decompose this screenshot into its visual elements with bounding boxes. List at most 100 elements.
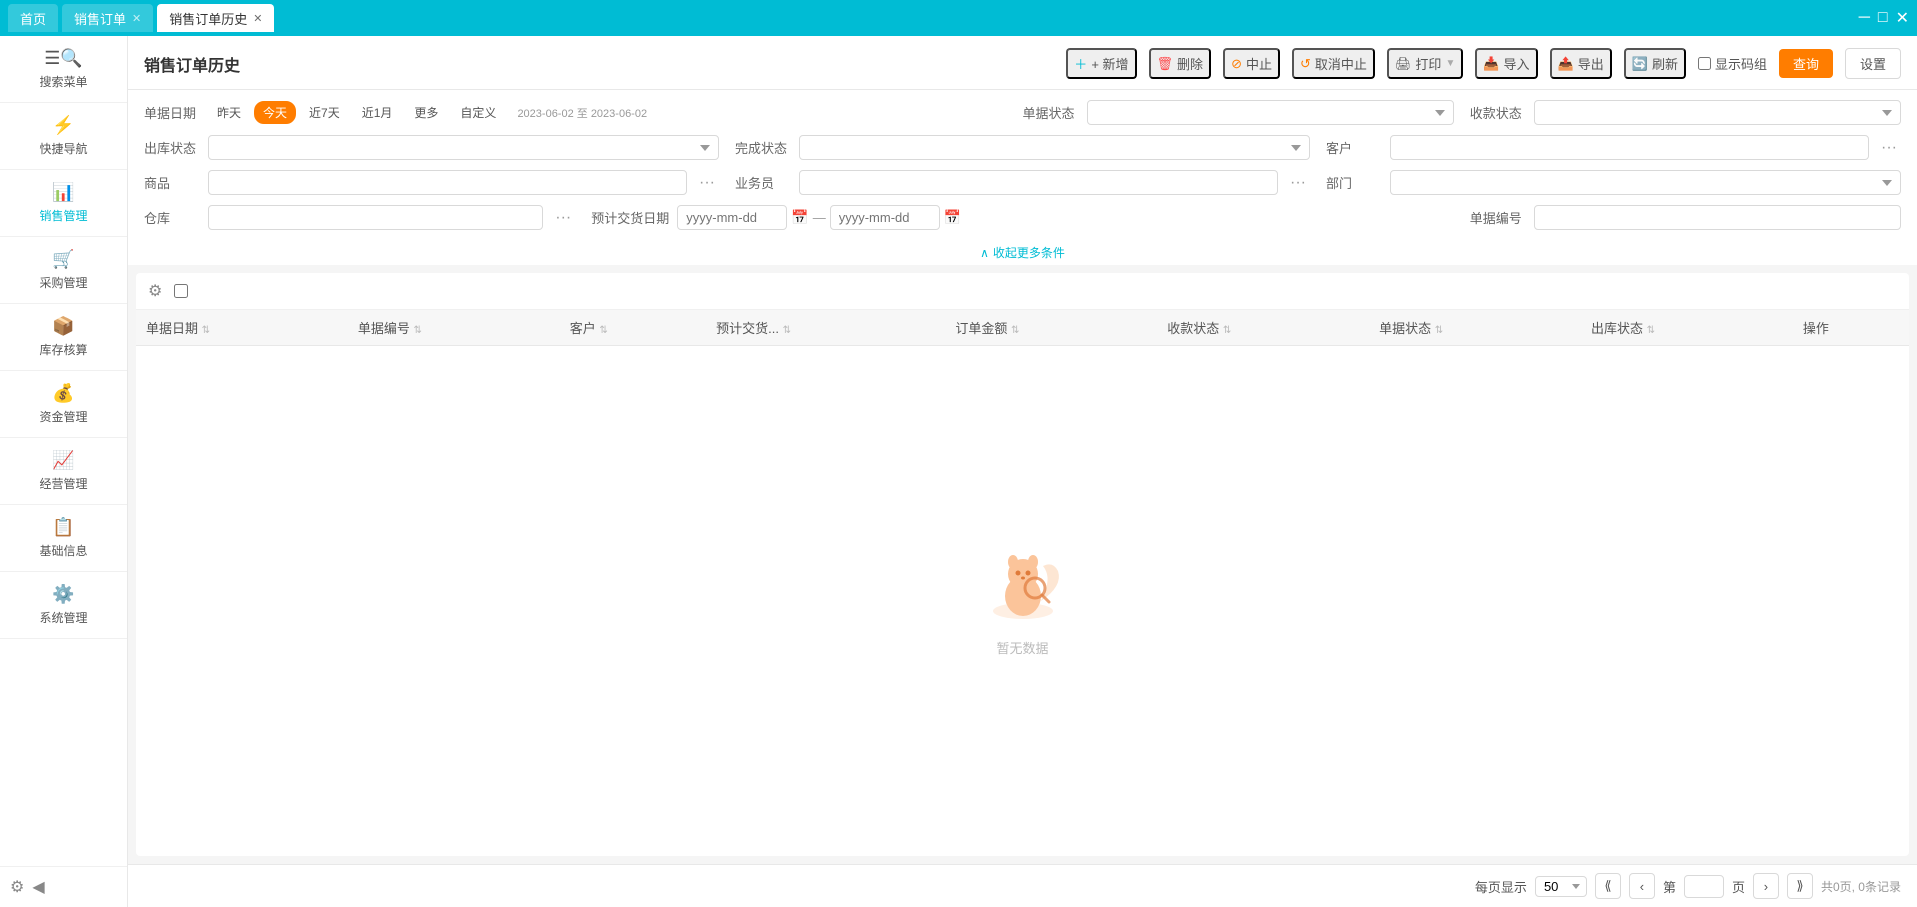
- operation-icon: 📈: [52, 450, 74, 471]
- cancel-stop-button[interactable]: ↺ 取消中止: [1292, 48, 1375, 79]
- tab-sales-history[interactable]: 销售订单历史 ✕: [157, 4, 274, 32]
- delete-button[interactable]: 🗑 删除: [1149, 48, 1212, 79]
- filter-delivery-date: 预计交货日期 📅 — 📅: [591, 205, 1454, 230]
- prev-page-btn[interactable]: ‹: [1629, 873, 1655, 899]
- empty-icon-area: [973, 546, 1073, 626]
- date-btn-1month[interactable]: 近1月: [353, 101, 402, 124]
- sort-customer-icon[interactable]: ⇅: [599, 325, 607, 336]
- complete-status-select[interactable]: [799, 135, 1310, 160]
- sidebar-collapse-icon[interactable]: ◀: [32, 877, 44, 897]
- sidebar-item-purchase[interactable]: 🛒 采购管理: [0, 237, 127, 304]
- sidebar-item-search[interactable]: ☰🔍 搜索菜单: [0, 36, 127, 103]
- tab-sales-order-label: 销售订单: [74, 9, 126, 28]
- tab-sales-history-close[interactable]: ✕: [253, 12, 262, 25]
- sidebar-item-finance-label: 资金管理: [39, 408, 87, 425]
- sort-receipt-icon[interactable]: ⇅: [1223, 325, 1231, 336]
- col-customer[interactable]: 客户 ⇅: [560, 310, 706, 346]
- table-head: 单据日期 ⇅ 单据编号 ⇅ 客户 ⇅ 预计交货...: [136, 310, 1909, 346]
- purchase-icon: 🛒: [52, 249, 74, 270]
- settings-button[interactable]: 设置: [1845, 48, 1901, 79]
- goods-input[interactable]: [208, 170, 687, 195]
- select-all-checkbox[interactable]: [174, 284, 188, 298]
- tab-home[interactable]: 首页: [8, 4, 58, 32]
- sort-amount-icon[interactable]: ⇅: [1011, 325, 1019, 336]
- last-page-btn[interactable]: ⟫: [1787, 873, 1813, 899]
- customer-more-icon[interactable]: ···: [1877, 139, 1901, 157]
- tab-sales-order-close[interactable]: ✕: [132, 12, 141, 25]
- date-btn-custom[interactable]: 自定义: [451, 101, 505, 124]
- voucher-no-input[interactable]: [1534, 205, 1901, 230]
- calendar-start-icon[interactable]: 📅: [791, 209, 808, 226]
- display-cols-checkbox[interactable]: [1698, 57, 1711, 70]
- refresh-button[interactable]: 🔄 刷新: [1624, 48, 1686, 79]
- sidebar-item-quick-nav[interactable]: ⚡ 快捷导航: [0, 103, 127, 170]
- collapse-filter-btn[interactable]: ∧ 收起更多条件: [144, 240, 1901, 265]
- top-bar: 首页 销售订单 ✕ 销售订单历史 ✕ ─ □ ✕: [0, 0, 1917, 36]
- sidebar-item-basic-info[interactable]: 📋 基础信息: [0, 505, 127, 572]
- content-area: 销售订单历史 ＋ + 新增 🗑 删除 ⊘ 中止 ↺: [128, 36, 1917, 907]
- sort-voucher-icon[interactable]: ⇅: [1435, 325, 1443, 336]
- collapse-up-icon: ∧: [980, 246, 989, 260]
- salesperson-input[interactable]: [799, 170, 1278, 195]
- sort-out-icon[interactable]: ⇅: [1647, 325, 1655, 336]
- filter-out-status: 出库状态: [144, 135, 719, 160]
- page-input[interactable]: 1: [1684, 875, 1724, 898]
- close-window-icon[interactable]: ✕: [1896, 8, 1909, 28]
- sidebar-item-system[interactable]: ⚙️ 系统管理: [0, 572, 127, 639]
- display-cols-toggle[interactable]: 显示码组: [1698, 54, 1767, 73]
- per-page-select[interactable]: 10 20 50 100: [1535, 876, 1587, 897]
- voucher-no-label: 单据编号: [1470, 208, 1526, 227]
- sidebar-item-finance[interactable]: 💰 资金管理: [0, 371, 127, 438]
- sidebar-item-sales[interactable]: 📊 销售管理: [0, 170, 127, 237]
- tab-sales-order[interactable]: 销售订单 ✕: [62, 4, 153, 32]
- receipt-status-select[interactable]: [1534, 100, 1901, 125]
- out-status-select[interactable]: [208, 135, 719, 160]
- col-voucher-status[interactable]: 单据状态 ⇅: [1369, 310, 1581, 346]
- date-btn-yesterday[interactable]: 昨天: [208, 101, 250, 124]
- voucher-status-select[interactable]: [1087, 100, 1454, 125]
- table-settings-icon[interactable]: ⚙: [148, 281, 162, 301]
- sort-delivery-icon[interactable]: ⇅: [783, 325, 791, 336]
- maximize-icon[interactable]: □: [1878, 9, 1888, 27]
- sidebar-settings-icon[interactable]: ⚙: [10, 877, 24, 897]
- export-button[interactable]: 📤 导出: [1550, 48, 1612, 79]
- col-out-status[interactable]: 出库状态 ⇅: [1581, 310, 1793, 346]
- delivery-date-start[interactable]: [677, 205, 787, 230]
- window-controls: ─ □ ✕: [1859, 8, 1909, 28]
- new-button[interactable]: ＋ + 新增: [1066, 48, 1136, 79]
- sidebar-item-operation[interactable]: 📈 经营管理: [0, 438, 127, 505]
- goods-more-icon[interactable]: ···: [695, 174, 719, 192]
- customer-input[interactable]: [1390, 135, 1869, 160]
- col-date[interactable]: 单据日期 ⇅: [136, 310, 348, 346]
- col-no[interactable]: 单据编号 ⇅: [348, 310, 560, 346]
- col-delivery[interactable]: 预计交货... ⇅: [706, 310, 945, 346]
- query-button[interactable]: 查询: [1779, 49, 1833, 78]
- warehouse-input[interactable]: [208, 205, 543, 230]
- print-dropdown-icon[interactable]: ▼: [1445, 58, 1455, 69]
- stop-icon: ⊘: [1231, 56, 1242, 72]
- calendar-end-icon[interactable]: 📅: [944, 209, 961, 226]
- col-amount[interactable]: 订单金额 ⇅: [945, 310, 1157, 346]
- sidebar: ☰🔍 搜索菜单 ⚡ 快捷导航 📊 销售管理 🛒 采购管理 📦 库存核算 💰 资金…: [0, 36, 128, 907]
- minimize-icon[interactable]: ─: [1859, 9, 1870, 27]
- dept-select[interactable]: [1390, 170, 1901, 195]
- filter-row-3: 商品 ··· 业务员 ··· 部门: [144, 170, 1901, 195]
- date-btn-today[interactable]: 今天: [254, 101, 296, 124]
- import-button[interactable]: 📥 导入: [1475, 48, 1537, 79]
- salesperson-label: 业务员: [735, 173, 791, 192]
- date-btn-7days[interactable]: 近7天: [300, 101, 349, 124]
- table-header-row: 单据日期 ⇅ 单据编号 ⇅ 客户 ⇅ 预计交货...: [136, 310, 1909, 346]
- delivery-date-end[interactable]: [830, 205, 940, 230]
- sort-date-icon[interactable]: ⇅: [202, 325, 210, 336]
- warehouse-more-icon[interactable]: ···: [551, 209, 575, 227]
- salesperson-more-icon[interactable]: ···: [1286, 174, 1310, 192]
- stop-button[interactable]: ⊘ 中止: [1223, 48, 1280, 79]
- sidebar-item-inventory[interactable]: 📦 库存核算: [0, 304, 127, 371]
- col-receipt-status[interactable]: 收款状态 ⇅: [1157, 310, 1369, 346]
- print-button[interactable]: 🖨 打印 ▼: [1387, 48, 1463, 79]
- sort-no-icon[interactable]: ⇅: [414, 325, 422, 336]
- next-page-btn[interactable]: ›: [1753, 873, 1779, 899]
- search-menu-icon: ☰🔍: [44, 48, 83, 69]
- date-btn-more[interactable]: 更多: [405, 101, 447, 124]
- first-page-btn[interactable]: ⟪: [1595, 873, 1621, 899]
